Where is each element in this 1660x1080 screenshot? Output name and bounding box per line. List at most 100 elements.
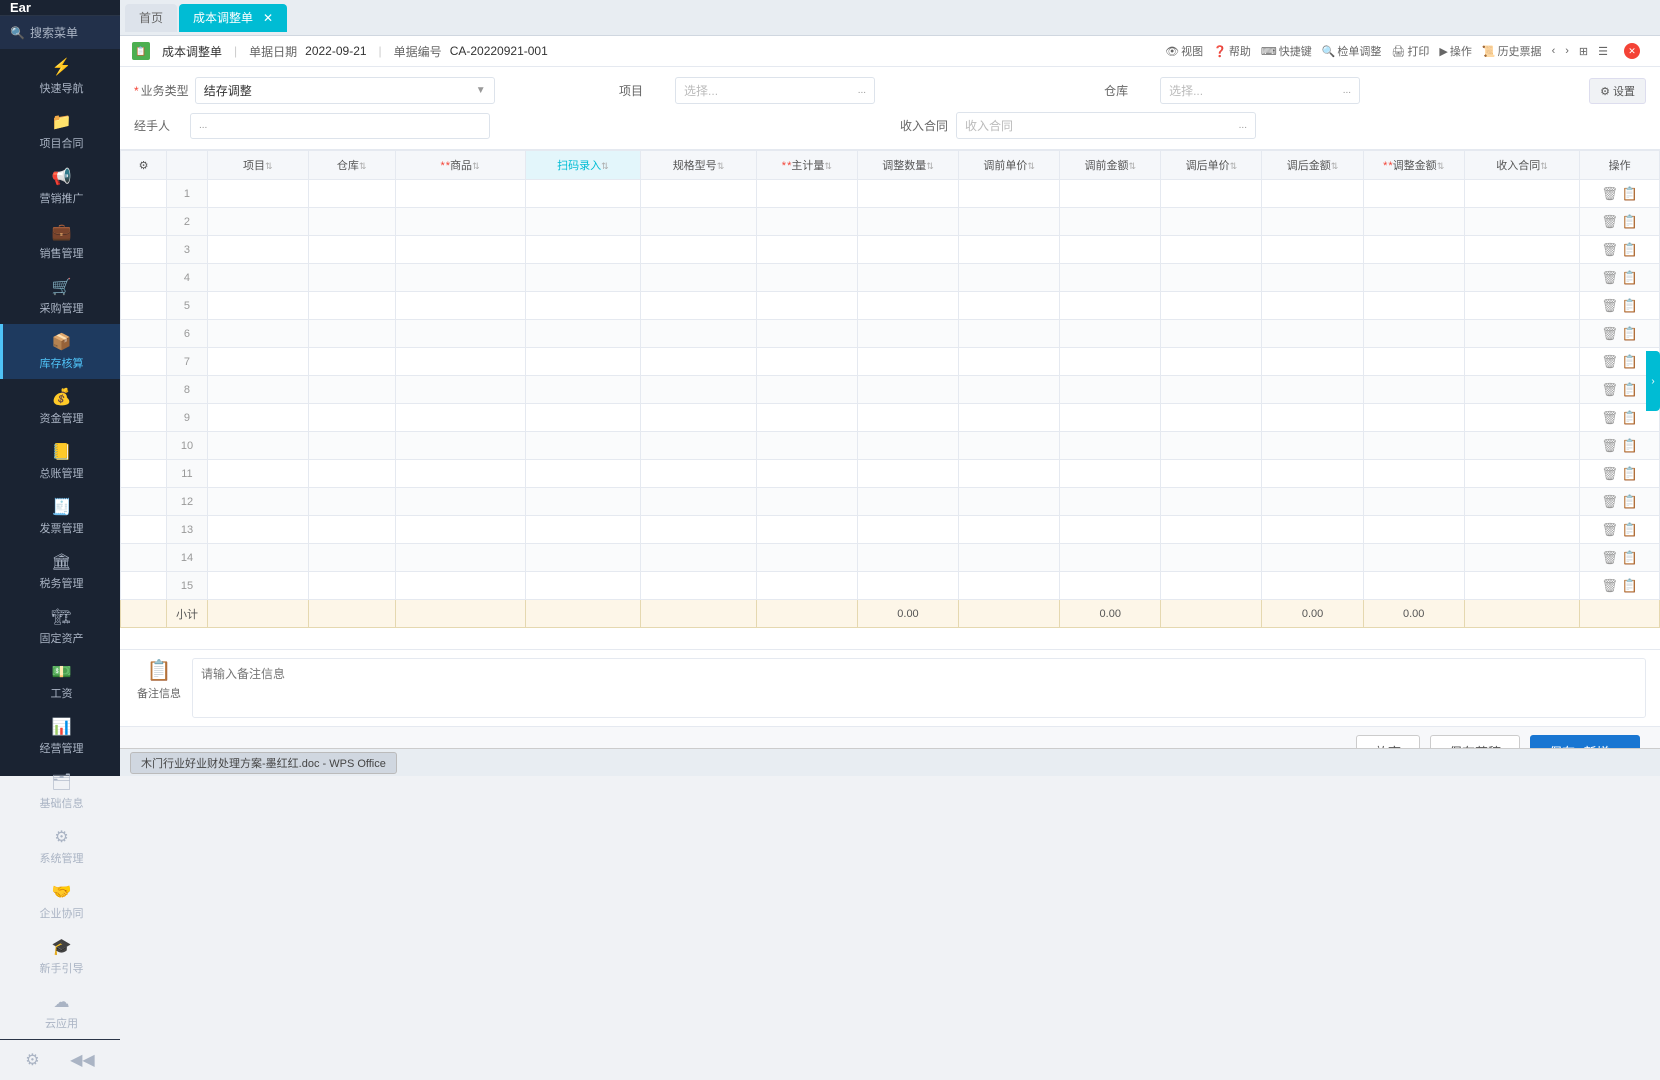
sort-spec[interactable]: ⇅ bbox=[717, 161, 725, 171]
cell-2-5[interactable] bbox=[207, 292, 308, 320]
copy-row-13[interactable]: 📋 bbox=[1622, 522, 1638, 538]
copy-row-4[interactable]: 📋 bbox=[1622, 270, 1638, 286]
cell-4-14[interactable] bbox=[395, 544, 525, 572]
cell-8-1[interactable] bbox=[857, 180, 958, 208]
cell-7-10[interactable] bbox=[756, 432, 857, 460]
copy-row-9[interactable]: 📋 bbox=[1622, 410, 1638, 426]
settings-icon[interactable]: ⚙ bbox=[25, 1050, 39, 1070]
delete-row-14[interactable]: 🗑 bbox=[1601, 550, 1618, 566]
cell-11-14[interactable] bbox=[1161, 544, 1262, 572]
cell-14-2[interactable] bbox=[1464, 208, 1580, 236]
cell-8-3[interactable] bbox=[857, 236, 958, 264]
cell-6-12[interactable] bbox=[641, 488, 757, 516]
cell-9-13[interactable] bbox=[959, 516, 1060, 544]
cell-10-2[interactable] bbox=[1060, 208, 1161, 236]
cell-3-10[interactable] bbox=[308, 432, 395, 460]
delete-row-1[interactable]: 🗑 bbox=[1601, 186, 1618, 202]
cell-2-8[interactable] bbox=[207, 376, 308, 404]
cell-2-9[interactable] bbox=[207, 404, 308, 432]
cell-4-8[interactable] bbox=[395, 376, 525, 404]
sort-product[interactable]: ⇅ bbox=[472, 161, 480, 171]
cell-11-6[interactable] bbox=[1161, 320, 1262, 348]
tab-close-cost-adjust[interactable]: ✕ bbox=[263, 11, 273, 25]
sort-project[interactable]: ⇅ bbox=[265, 161, 273, 171]
cell-9-3[interactable] bbox=[959, 236, 1060, 264]
sidebar-item-newbie[interactable]: 🎓新手引导 bbox=[0, 929, 120, 984]
cell-2-4[interactable] bbox=[207, 264, 308, 292]
cell-8-6[interactable] bbox=[857, 320, 958, 348]
cell-7-15[interactable] bbox=[756, 572, 857, 600]
cell-7-8[interactable] bbox=[756, 376, 857, 404]
sidebar-item-cloud[interactable]: ☁云应用 bbox=[0, 984, 120, 1039]
col-settings[interactable]: ⚙ bbox=[121, 151, 167, 180]
toolbar-action-shortcut[interactable]: ⌨快捷键 bbox=[1261, 43, 1312, 59]
cell-10-10[interactable] bbox=[1060, 432, 1161, 460]
cell-10-5[interactable] bbox=[1060, 292, 1161, 320]
cell-12-1[interactable] bbox=[1262, 180, 1363, 208]
toolbar-action-next[interactable]: › bbox=[1565, 45, 1569, 57]
sidebar-item-inventory[interactable]: 📦库存核算 bbox=[0, 324, 120, 379]
cell-6-5[interactable] bbox=[641, 292, 757, 320]
cell-5-3[interactable] bbox=[525, 236, 641, 264]
cell-12-7[interactable] bbox=[1262, 348, 1363, 376]
sort-unit[interactable]: ⇅ bbox=[824, 161, 832, 171]
cell-2-2[interactable] bbox=[207, 208, 308, 236]
sidebar-item-quick-nav[interactable]: ⚡快速导航 bbox=[0, 49, 120, 104]
toolbar-action-operation[interactable]: ▶操作 bbox=[1439, 43, 1471, 59]
cell-5-6[interactable] bbox=[525, 320, 641, 348]
cell-2-6[interactable] bbox=[207, 320, 308, 348]
cell-11-7[interactable] bbox=[1161, 348, 1262, 376]
cell-3-15[interactable] bbox=[308, 572, 395, 600]
notes-input[interactable] bbox=[192, 658, 1646, 718]
toolbar-action-print[interactable]: 🖨打印 bbox=[1391, 43, 1429, 59]
sidebar-item-tax[interactable]: 🏛税务管理 bbox=[0, 544, 120, 599]
sort-warehouse[interactable]: ⇅ bbox=[359, 161, 367, 171]
cell-13-13[interactable] bbox=[1363, 516, 1464, 544]
cell-10-6[interactable] bbox=[1060, 320, 1161, 348]
cell-9-15[interactable] bbox=[959, 572, 1060, 600]
copy-row-12[interactable]: 📋 bbox=[1622, 494, 1638, 510]
cell-3-1[interactable] bbox=[308, 180, 395, 208]
sidebar-item-purchase-mgmt[interactable]: 🛒采购管理 bbox=[0, 269, 120, 324]
delete-row-12[interactable]: 🗑 bbox=[1601, 494, 1618, 510]
delete-row-5[interactable]: 🗑 bbox=[1601, 298, 1618, 314]
warehouse-input[interactable]: 选择... ... bbox=[1160, 77, 1360, 104]
cell-2-14[interactable] bbox=[207, 544, 308, 572]
cell-14-4[interactable] bbox=[1464, 264, 1580, 292]
cell-2-12[interactable] bbox=[207, 488, 308, 516]
cell-2-11[interactable] bbox=[207, 460, 308, 488]
cell-7-5[interactable] bbox=[756, 292, 857, 320]
delete-row-10[interactable]: 🗑 bbox=[1601, 438, 1618, 454]
taskbar-item[interactable]: 木门行业好业财处理方案-墨红红.doc - WPS Office bbox=[130, 752, 397, 774]
cell-13-14[interactable] bbox=[1363, 544, 1464, 572]
cell-14-13[interactable] bbox=[1464, 516, 1580, 544]
cell-10-15[interactable] bbox=[1060, 572, 1161, 600]
sidebar-search[interactable]: 🔍 搜索菜单 bbox=[0, 16, 120, 49]
delete-row-15[interactable]: 🗑 bbox=[1601, 578, 1618, 594]
cell-3-14[interactable] bbox=[308, 544, 395, 572]
cell-2-1[interactable] bbox=[207, 180, 308, 208]
cell-14-14[interactable] bbox=[1464, 544, 1580, 572]
cell-6-11[interactable] bbox=[641, 460, 757, 488]
handler-input[interactable]: ... bbox=[190, 113, 490, 139]
cell-13-12[interactable] bbox=[1363, 488, 1464, 516]
sort-scan[interactable]: ⇅ bbox=[601, 161, 609, 171]
cell-5-5[interactable] bbox=[525, 292, 641, 320]
toolbar-action-grid-view[interactable]: ⊞ bbox=[1579, 45, 1588, 58]
sort-after_amount[interactable]: ⇅ bbox=[1331, 161, 1339, 171]
cell-4-6[interactable] bbox=[395, 320, 525, 348]
cell-8-10[interactable] bbox=[857, 432, 958, 460]
cell-3-11[interactable] bbox=[308, 460, 395, 488]
cell-5-1[interactable] bbox=[525, 180, 641, 208]
toolbar-action-check-adjust[interactable]: 🔍检单调整 bbox=[1322, 43, 1382, 59]
cell-8-11[interactable] bbox=[857, 460, 958, 488]
cell-12-4[interactable] bbox=[1262, 264, 1363, 292]
sort-income_contract[interactable]: ⇅ bbox=[1540, 161, 1548, 171]
cell-4-2[interactable] bbox=[395, 208, 525, 236]
cell-13-9[interactable] bbox=[1363, 404, 1464, 432]
cell-10-8[interactable] bbox=[1060, 376, 1161, 404]
cell-11-4[interactable] bbox=[1161, 264, 1262, 292]
cell-2-7[interactable] bbox=[207, 348, 308, 376]
cell-9-10[interactable] bbox=[959, 432, 1060, 460]
cell-10-3[interactable] bbox=[1060, 236, 1161, 264]
